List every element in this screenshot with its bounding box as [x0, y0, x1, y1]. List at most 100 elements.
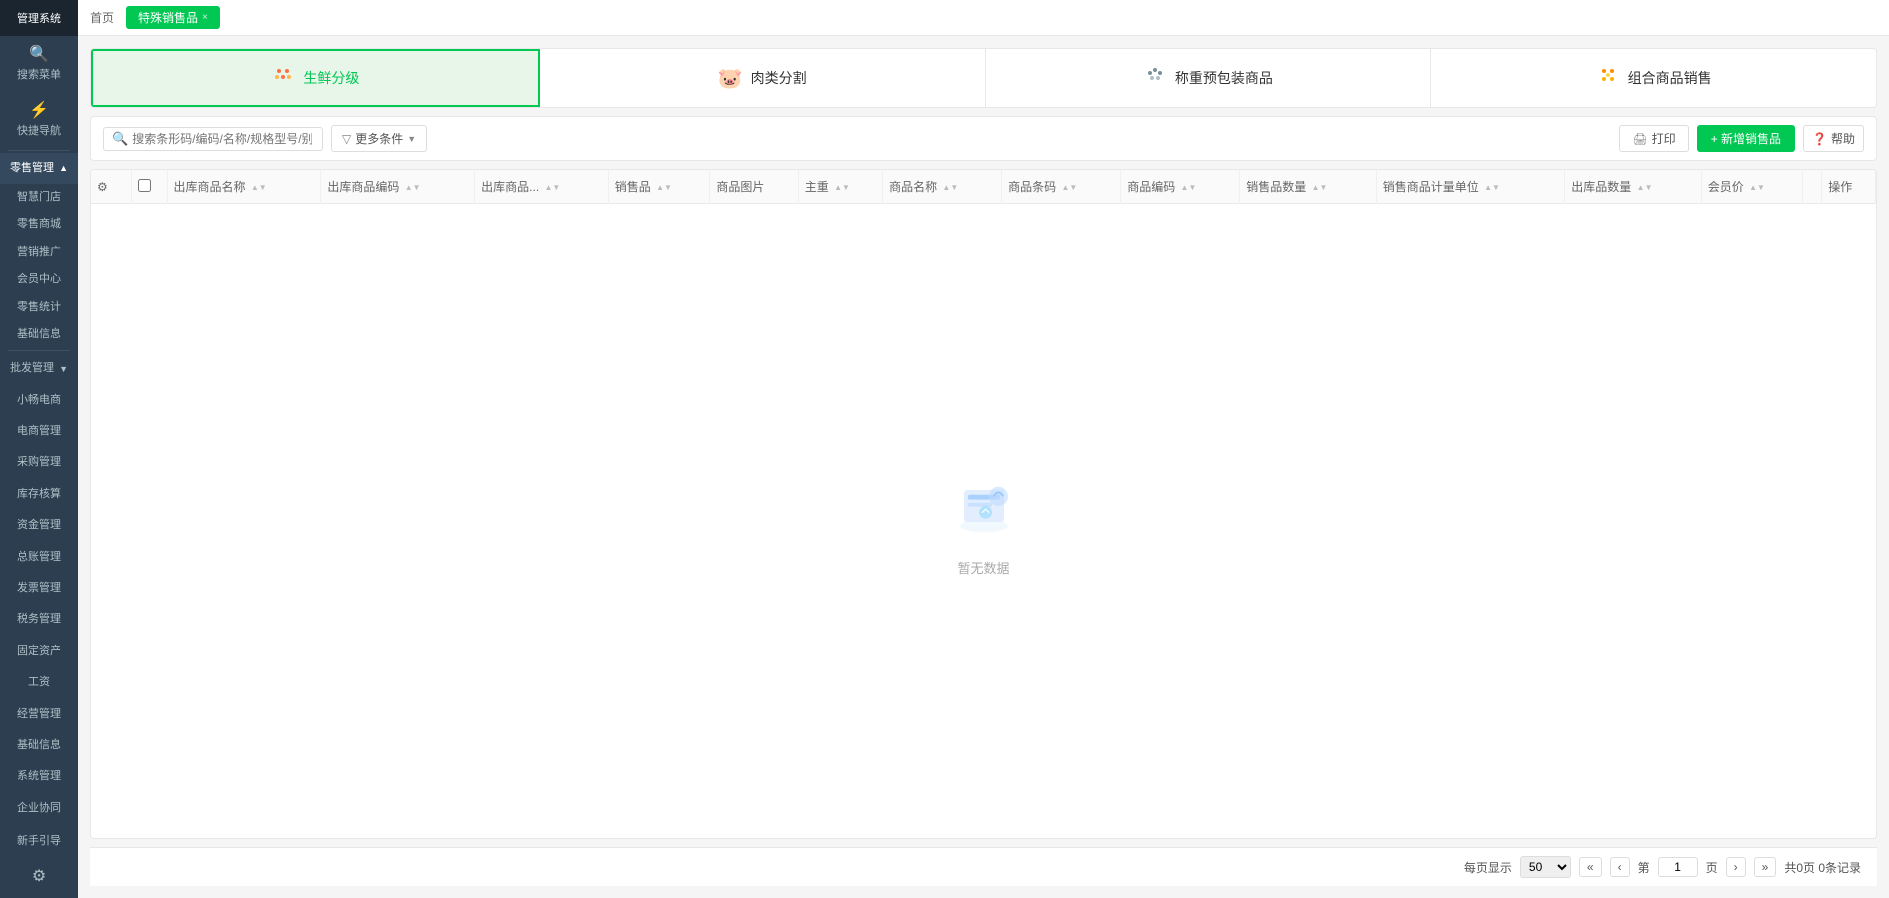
last-page-button[interactable]: »	[1754, 857, 1777, 877]
th-checkbox[interactable]	[131, 170, 167, 204]
empty-text: 暂无数据	[957, 558, 1009, 577]
sort-icon-goods-name: ▲▼	[942, 184, 958, 192]
sidebar-item-finance[interactable]: 资金管理	[13, 510, 65, 541]
toolbar-right: 🖨 打印 + 新增销售品 ❓ 帮助	[1619, 125, 1864, 152]
page-area: 生鲜分级 🐷 肉类分割 称重预包装商品	[78, 36, 1889, 898]
settings-col-icon: ⚙	[97, 180, 108, 194]
empty-icon	[944, 466, 1024, 546]
settings-icon: ⚙	[32, 866, 46, 888]
new-sale-item-button[interactable]: + 新增销售品	[1697, 125, 1795, 152]
fresh-icon	[271, 63, 295, 93]
sidebar-item-tax[interactable]: 税务管理	[13, 604, 65, 635]
sidebar-item-retail-stats[interactable]: 零售统计	[13, 294, 65, 321]
pagination: 每页显示 50 10 20 100 « ‹ 第 页 › » 共0页 0条记录	[90, 847, 1877, 886]
sidebar-item-smart-store[interactable]: 智慧门店	[13, 184, 65, 211]
sort-icon-sale-qty: ▲▼	[1312, 184, 1328, 192]
sidebar-item-wholesale[interactable]: 批发管理 ▼	[0, 353, 78, 384]
data-table: ⚙ 出库商品名称 ▲▼ 出库商品编码 ▲▼	[91, 170, 1876, 204]
sidebar-item-quick[interactable]: ⚡ 快捷导航	[13, 92, 65, 148]
tab-close-icon[interactable]: ×	[202, 12, 208, 23]
page-input[interactable]	[1658, 857, 1698, 877]
sort-icon-sale-goods: ▲▼	[656, 184, 672, 192]
first-page-button[interactable]: «	[1579, 857, 1602, 877]
th-settings[interactable]: ⚙	[91, 170, 131, 204]
filter-icon: ▽	[342, 132, 351, 146]
th-main-weight[interactable]: 主重 ▲▼	[798, 170, 882, 204]
sidebar-item-member[interactable]: 会员中心	[13, 266, 65, 293]
sidebar-item-assets[interactable]: 固定资产	[13, 636, 65, 667]
sidebar-item-corp[interactable]: 企业协同	[13, 793, 65, 824]
search-box[interactable]: 🔍	[103, 127, 323, 151]
th-out-spec[interactable]: 出库商品... ▲▼	[475, 170, 609, 204]
cat-tab-combo-label: 组合商品销售	[1628, 68, 1712, 88]
empty-state: 暂无数据	[91, 204, 1876, 838]
table-container: ⚙ 出库商品名称 ▲▼ 出库商品编码 ▲▼	[90, 169, 1877, 839]
sort-icon-member-price: ▲▼	[1749, 184, 1765, 192]
table-header-row: ⚙ 出库商品名称 ▲▼ 出库商品编码 ▲▼	[91, 170, 1876, 204]
sidebar-item-retail[interactable]: 零售管理 ▲	[0, 153, 78, 184]
per-page-select[interactable]: 50 10 20 100	[1520, 856, 1571, 878]
sort-icon-barcode: ▲▼	[1061, 184, 1077, 192]
sidebar-item-invoice[interactable]: 发票管理	[13, 573, 65, 604]
th-member-price[interactable]: 会员价 ▲▼	[1701, 170, 1803, 204]
sidebar-item-base-info[interactable]: 基础信息	[13, 321, 65, 348]
page-unit: 页	[1706, 859, 1718, 876]
th-goods-name[interactable]: 商品名称 ▲▼	[883, 170, 1002, 204]
th-barcode[interactable]: 商品条码 ▲▼	[1002, 170, 1121, 204]
th-sale-goods[interactable]: 销售品 ▲▼	[608, 170, 710, 204]
sidebar-section-retail: 零售管理 ▲ 智慧门店 零售商城 营销推广 会员中心 零售统计 基础信息	[0, 153, 78, 349]
th-sale-unit[interactable]: 销售商品计量单位 ▲▼	[1376, 170, 1565, 204]
sidebar-item-base2[interactable]: 基础信息	[13, 730, 65, 761]
sidebar: 管理系统 🔍 搜索菜单 ⚡ 快捷导航 零售管理 ▲ 智慧门店 零售商城 营销推广…	[0, 0, 78, 898]
cat-tab-weight-label: 称重预包装商品	[1175, 68, 1273, 88]
th-out-name[interactable]: 出库商品名称 ▲▼	[167, 170, 321, 204]
sidebar-item-hr[interactable]: 工资	[24, 667, 54, 698]
search-icon: 🔍	[29, 44, 49, 66]
sidebar-item-settings[interactable]: ⚙	[28, 858, 50, 898]
search-input[interactable]	[132, 132, 312, 146]
filter-arrow-icon: ▼	[407, 134, 416, 144]
cat-tab-combo[interactable]: 组合商品销售	[1431, 49, 1876, 107]
sidebar-item-purchase[interactable]: 采购管理	[13, 447, 65, 478]
sidebar-item-ecom-mgmt[interactable]: 电商管理	[13, 416, 65, 447]
cat-tab-meat-label: 肉类分割	[751, 68, 807, 88]
sidebar-item-newbie[interactable]: 新手引导	[13, 826, 65, 857]
cat-tab-fresh[interactable]: 生鲜分级	[91, 49, 540, 107]
cat-tab-weight[interactable]: 称重预包装商品	[986, 49, 1432, 107]
th-goods-code[interactable]: 商品编码 ▲▼	[1121, 170, 1240, 204]
search-icon: 🔍	[112, 131, 128, 147]
sidebar-item-search[interactable]: 🔍 搜索菜单	[13, 36, 65, 92]
combo-icon	[1596, 63, 1620, 93]
th-out-qty[interactable]: 出库品数量 ▲▼	[1565, 170, 1701, 204]
help-button[interactable]: ❓ 帮助	[1803, 125, 1864, 152]
cat-tab-meat[interactable]: 🐷 肉类分割	[540, 49, 986, 107]
filter-button[interactable]: ▽ 更多条件 ▼	[331, 125, 427, 152]
sidebar-item-ledger[interactable]: 总账管理	[13, 542, 65, 573]
meat-icon: 🐷	[718, 66, 743, 91]
sidebar-item-promo[interactable]: 营销推广	[13, 239, 65, 266]
th-out-code[interactable]: 出库商品编码 ▲▼	[321, 170, 475, 204]
prev-page-button[interactable]: ‹	[1610, 857, 1630, 877]
th-image: 商品图片	[710, 170, 798, 204]
active-tab-label: 特殊销售品	[138, 9, 198, 26]
help-icon: ❓	[1812, 132, 1827, 146]
next-page-button[interactable]: ›	[1726, 857, 1746, 877]
main-content: 首页 特殊销售品 × 生鲜分	[78, 0, 1889, 898]
weight-icon	[1143, 63, 1167, 93]
total-info: 共0页 0条记录	[1784, 859, 1861, 876]
print-button[interactable]: 🖨 打印	[1619, 125, 1688, 152]
sidebar-item-inventory[interactable]: 库存核算	[13, 479, 65, 510]
sort-icon-out-name: ▲▼	[251, 184, 267, 192]
sidebar-item-system[interactable]: 系统管理	[13, 761, 65, 792]
quick-icon: ⚡	[29, 100, 49, 122]
sidebar-item-mini-ecom[interactable]: 小畅电商	[13, 385, 65, 416]
th-sale-qty[interactable]: 销售品数量 ▲▼	[1240, 170, 1376, 204]
sort-icon-main-weight: ▲▼	[834, 184, 850, 192]
page-label: 第	[1638, 859, 1650, 876]
sidebar-item-retail-mall[interactable]: 零售商城	[13, 211, 65, 238]
toolbar: 🔍 ▽ 更多条件 ▼ 🖨 打印 + 新增销售品 ❓	[90, 116, 1877, 161]
select-all-checkbox[interactable]	[138, 179, 151, 192]
sidebar-item-ops[interactable]: 经营管理	[13, 699, 65, 730]
print-icon: 🖨	[1632, 132, 1647, 146]
breadcrumb-home[interactable]: 首页	[90, 9, 122, 26]
